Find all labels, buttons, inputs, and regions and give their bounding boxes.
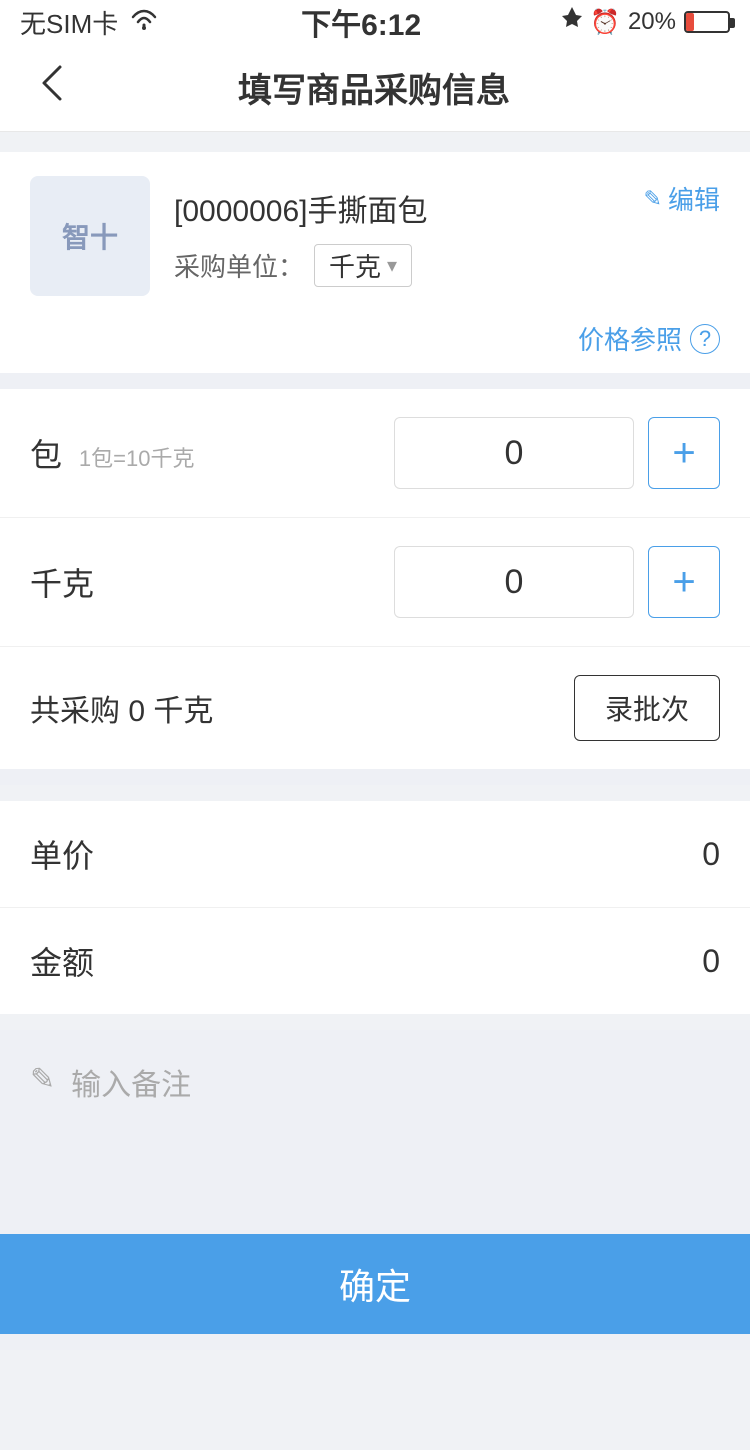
amount-value: 0 (702, 943, 720, 980)
total-row: 共采购 0 千克 录批次 (0, 647, 750, 769)
total-value: 0 (128, 695, 145, 728)
bao-input[interactable] (394, 417, 634, 489)
help-text: ? (699, 326, 711, 352)
divider-1 (0, 373, 750, 389)
amount-row: 金额 0 (0, 908, 750, 1014)
unit-label: 采购单位： (174, 247, 304, 284)
total-text: 共采购 0 千克 (30, 686, 213, 730)
bao-label: 包 1包=10千克 (30, 430, 394, 476)
bao-plus-button[interactable]: + (648, 417, 720, 489)
battery-icon (684, 11, 730, 33)
status-bar: 无SIM卡 下午6:12 ⏰ 20% (0, 0, 750, 44)
notes-area[interactable]: ✎ 输入备注 (0, 1030, 750, 1150)
wifi-icon (128, 7, 160, 38)
price-ref-row: 价格参照 ? (0, 320, 750, 373)
status-time: 下午6:12 (301, 0, 421, 44)
price-section: 单价 0 金额 0 (0, 801, 750, 1014)
price-ref-label: 价格参照 (578, 320, 682, 357)
product-unit-row: 采购单位： 千克 ▾ (174, 244, 620, 287)
batch-button[interactable]: 录批次 (574, 675, 720, 741)
page-title: 填写商品采购信息 (84, 63, 664, 112)
unit-dropdown-arrow: ▾ (387, 253, 397, 278)
amount-label: 金额 (30, 938, 94, 984)
battery-text: 20% (628, 8, 676, 36)
unit-selector[interactable]: 千克 ▾ (314, 244, 412, 287)
edit-icon: ✎ (644, 186, 662, 212)
product-name: [0000006]手撕面包 (174, 186, 620, 230)
confirm-button[interactable]: 确定 (0, 1234, 750, 1334)
status-right: ⏰ 20% (562, 7, 730, 38)
quantity-section: 包 1包=10千克 + 千克 + (0, 389, 750, 647)
kg-plus-button[interactable]: + (648, 546, 720, 618)
unit-price-row: 单价 0 (0, 801, 750, 908)
nav-bar: 填写商品采购信息 (0, 44, 750, 132)
unit-price-label: 单价 (30, 831, 94, 877)
product-logo-text: 智十 (62, 216, 118, 256)
product-info: [0000006]手撕面包 采购单位： 千克 ▾ (174, 186, 620, 287)
bao-sublabel: 1包=10千克 (79, 446, 195, 471)
unit-price-value: 0 (702, 836, 720, 873)
bao-label-text: 包 (30, 437, 62, 473)
kg-input[interactable] (394, 546, 634, 618)
alarm-icon: ⏰ (590, 8, 620, 37)
edit-button[interactable]: ✎ 编辑 (644, 176, 720, 217)
kg-label-text: 千克 (30, 566, 94, 602)
bao-row: 包 1包=10千克 + (0, 389, 750, 518)
carrier-text: 无SIM卡 (20, 4, 118, 41)
product-card: 智十 [0000006]手撕面包 采购单位： 千克 ▾ ✎ 编辑 (0, 152, 750, 320)
product-image: 智十 (30, 176, 150, 296)
price-help-icon[interactable]: ? (690, 324, 720, 354)
status-left: 无SIM卡 (20, 4, 160, 41)
notes-placeholder: 输入备注 (71, 1060, 191, 1104)
price-reference[interactable]: 价格参照 ? (578, 320, 720, 357)
kg-label: 千克 (30, 559, 394, 605)
location-icon (562, 7, 582, 38)
pencil-icon: ✎ (30, 1062, 55, 1097)
divider-2 (0, 769, 750, 785)
back-button[interactable] (30, 53, 74, 122)
unit-value: 千克 (329, 247, 381, 284)
kg-row: 千克 + (0, 518, 750, 647)
edit-label: 编辑 (668, 180, 720, 217)
